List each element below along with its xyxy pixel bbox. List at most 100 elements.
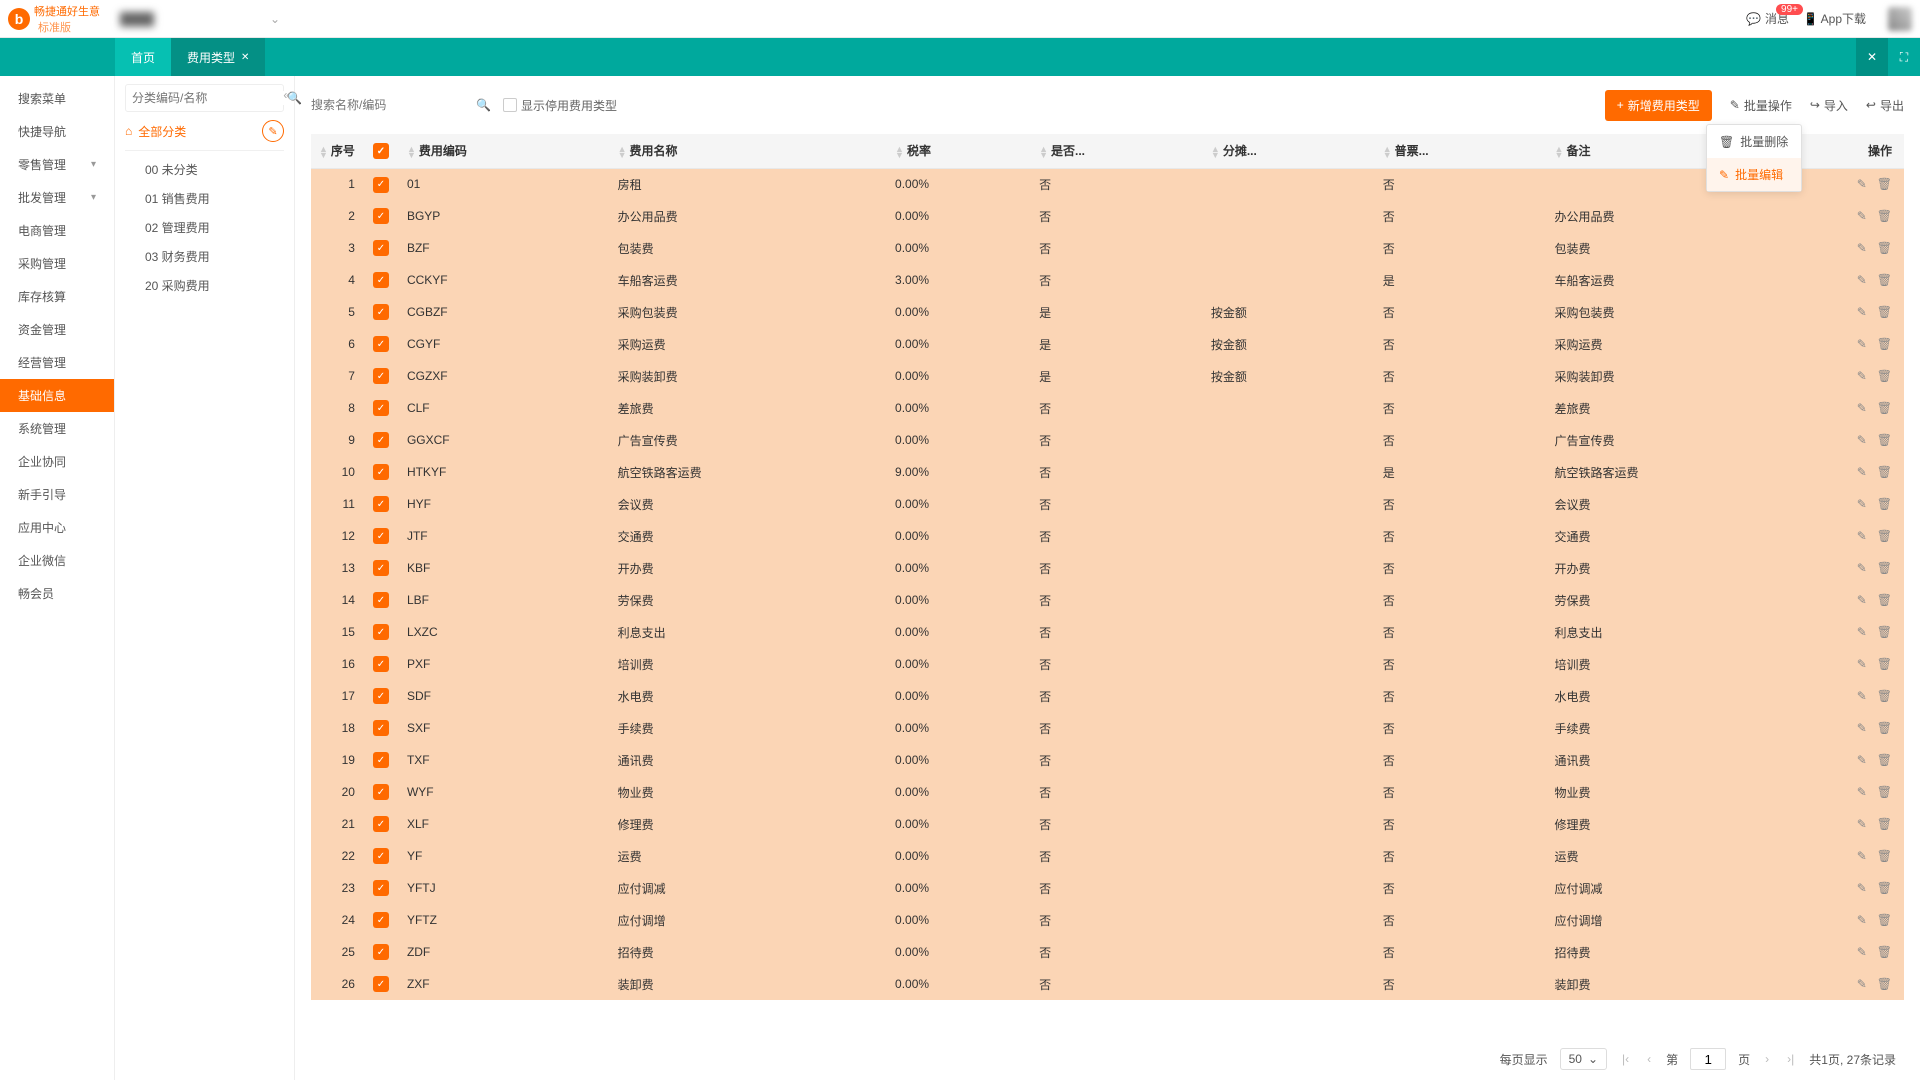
sidebar-item[interactable]: 搜索菜单	[0, 82, 114, 115]
sidebar-item[interactable]: 采购管理	[0, 247, 114, 280]
app-download-link[interactable]: 📱 App下载	[1803, 10, 1866, 27]
delete-row-icon[interactable]: 🗑	[1877, 529, 1892, 543]
tree-node[interactable]: 20 采购费用	[115, 271, 294, 300]
delete-row-icon[interactable]: 🗑	[1877, 497, 1892, 511]
delete-row-icon[interactable]: 🗑	[1877, 817, 1892, 831]
cell-checkbox[interactable]	[363, 552, 399, 584]
sidebar-item[interactable]: 企业微信	[0, 544, 114, 577]
table-row[interactable]: 17SDF水电费0.00%否否水电费✎🗑	[311, 680, 1904, 712]
cell-checkbox[interactable]	[363, 616, 399, 648]
tree-node[interactable]: 00 未分类	[115, 155, 294, 184]
sidebar-item[interactable]: 应用中心	[0, 511, 114, 544]
cell-checkbox[interactable]	[363, 680, 399, 712]
table-row[interactable]: 8CLF差旅费0.00%否否差旅费✎🗑	[311, 392, 1904, 424]
page-size-select[interactable]: 50 ⌄	[1560, 1048, 1607, 1070]
cell-checkbox[interactable]	[363, 456, 399, 488]
cell-checkbox[interactable]	[363, 872, 399, 904]
avatar[interactable]	[1888, 7, 1912, 31]
delete-row-icon[interactable]: 🗑	[1877, 785, 1892, 799]
cell-checkbox[interactable]	[363, 360, 399, 392]
edit-row-icon[interactable]: ✎	[1857, 593, 1867, 607]
tree-node[interactable]: 01 销售费用	[115, 184, 294, 213]
search-icon[interactable]: 🔍	[476, 98, 491, 112]
content-search[interactable]: 🔍	[311, 98, 491, 113]
tab-fee-type[interactable]: 费用类型 ✕	[171, 38, 265, 76]
table-row[interactable]: 4CCKYF车船客运费3.00%否是车船客运费✎🗑	[311, 264, 1904, 296]
cell-checkbox[interactable]	[363, 904, 399, 936]
table-row[interactable]: 21XLF修理费0.00%否否修理费✎🗑	[311, 808, 1904, 840]
edit-categories-icon[interactable]: ✎	[262, 120, 284, 142]
cell-checkbox[interactable]	[363, 424, 399, 456]
cell-checkbox[interactable]	[363, 168, 399, 200]
table-row[interactable]: 15LXZC利息支出0.00%否否利息支出✎🗑	[311, 616, 1904, 648]
table-row[interactable]: 12JTF交通费0.00%否否交通费✎🗑	[311, 520, 1904, 552]
delete-row-icon[interactable]: 🗑	[1877, 209, 1892, 223]
delete-row-icon[interactable]: 🗑	[1877, 689, 1892, 703]
edit-row-icon[interactable]: ✎	[1857, 977, 1867, 991]
edit-row-icon[interactable]: ✎	[1857, 625, 1867, 639]
show-disabled-checkbox[interactable]: 显示停用费用类型	[503, 97, 617, 114]
edit-row-icon[interactable]: ✎	[1857, 913, 1867, 927]
table-row[interactable]: 14LBF劳保费0.00%否否劳保费✎🗑	[311, 584, 1904, 616]
tree-node[interactable]: 03 财务费用	[115, 242, 294, 271]
cell-checkbox[interactable]	[363, 840, 399, 872]
cell-checkbox[interactable]	[363, 392, 399, 424]
delete-row-icon[interactable]: 🗑	[1877, 977, 1892, 991]
edit-row-icon[interactable]: ✎	[1857, 369, 1867, 383]
table-row[interactable]: 10HTKYF航空铁路客运费9.00%否是航空铁路客运费✎🗑	[311, 456, 1904, 488]
edit-row-icon[interactable]: ✎	[1857, 209, 1867, 223]
delete-row-icon[interactable]: 🗑	[1877, 881, 1892, 895]
table-row[interactable]: 2BGYP办公用品费0.00%否否办公用品费✎🗑	[311, 200, 1904, 232]
sidebar-item[interactable]: 资金管理	[0, 313, 114, 346]
column-header[interactable]: ▲▼是否...	[1031, 134, 1203, 168]
edit-row-icon[interactable]: ✎	[1857, 401, 1867, 415]
table-row[interactable]: 20WYF物业费0.00%否否物业费✎🗑	[311, 776, 1904, 808]
delete-row-icon[interactable]: 🗑	[1877, 945, 1892, 959]
edit-row-icon[interactable]: ✎	[1857, 273, 1867, 287]
table-row[interactable]: 25ZDF招待费0.00%否否招待费✎🗑	[311, 936, 1904, 968]
edit-row-icon[interactable]: ✎	[1857, 305, 1867, 319]
table-row[interactable]: 19TXF通讯费0.00%否否通讯费✎🗑	[311, 744, 1904, 776]
edit-row-icon[interactable]: ✎	[1857, 433, 1867, 447]
collapse-tree-icon[interactable]: «	[283, 88, 290, 102]
batch-delete-item[interactable]: 🗑 批量删除	[1707, 125, 1801, 158]
edit-row-icon[interactable]: ✎	[1857, 241, 1867, 255]
column-header[interactable]: ▲▼费用编码	[399, 134, 610, 168]
edit-row-icon[interactable]: ✎	[1857, 817, 1867, 831]
content-search-input[interactable]	[311, 98, 476, 112]
column-header[interactable]: 操作	[1824, 134, 1904, 168]
edit-row-icon[interactable]: ✎	[1857, 849, 1867, 863]
delete-row-icon[interactable]: 🗑	[1877, 433, 1892, 447]
prev-page-button[interactable]: ‹	[1644, 1052, 1654, 1066]
delete-row-icon[interactable]: 🗑	[1877, 177, 1892, 191]
cell-checkbox[interactable]	[363, 744, 399, 776]
table-row[interactable]: 26ZXF装卸费0.00%否否装卸费✎🗑	[311, 968, 1904, 1000]
cell-checkbox[interactable]	[363, 648, 399, 680]
sidebar-item[interactable]: 企业协同	[0, 445, 114, 478]
select-all-checkbox[interactable]	[373, 143, 389, 159]
delete-row-icon[interactable]: 🗑	[1877, 753, 1892, 767]
delete-row-icon[interactable]: 🗑	[1877, 465, 1892, 479]
batch-button[interactable]: ✎ 批量操作	[1730, 97, 1792, 114]
add-button[interactable]: + 新增费用类型	[1605, 90, 1712, 121]
edit-row-icon[interactable]: ✎	[1857, 753, 1867, 767]
delete-row-icon[interactable]: 🗑	[1877, 561, 1892, 575]
cell-checkbox[interactable]	[363, 232, 399, 264]
sidebar-item[interactable]: 畅会员	[0, 577, 114, 610]
delete-row-icon[interactable]: 🗑	[1877, 337, 1892, 351]
cell-checkbox[interactable]	[363, 520, 399, 552]
edit-row-icon[interactable]: ✎	[1857, 497, 1867, 511]
column-header[interactable]: ▲▼序号	[311, 134, 363, 168]
close-tab-icon[interactable]: ✕	[241, 52, 249, 63]
edit-row-icon[interactable]: ✎	[1857, 657, 1867, 671]
table-row[interactable]: 22YF运费0.00%否否运费✎🗑	[311, 840, 1904, 872]
column-header[interactable]: ▲▼分摊...	[1203, 134, 1375, 168]
import-button[interactable]: ↪ 导入	[1810, 97, 1848, 114]
column-header[interactable]: ▲▼税率	[887, 134, 1031, 168]
company-dropdown-icon[interactable]: ⌄	[270, 12, 280, 26]
table-row[interactable]: 24YFTZ应付调增0.00%否否应付调增✎🗑	[311, 904, 1904, 936]
tree-search-input[interactable]	[132, 91, 287, 105]
page-input[interactable]	[1690, 1048, 1726, 1070]
delete-row-icon[interactable]: 🗑	[1877, 913, 1892, 927]
cell-checkbox[interactable]	[363, 200, 399, 232]
